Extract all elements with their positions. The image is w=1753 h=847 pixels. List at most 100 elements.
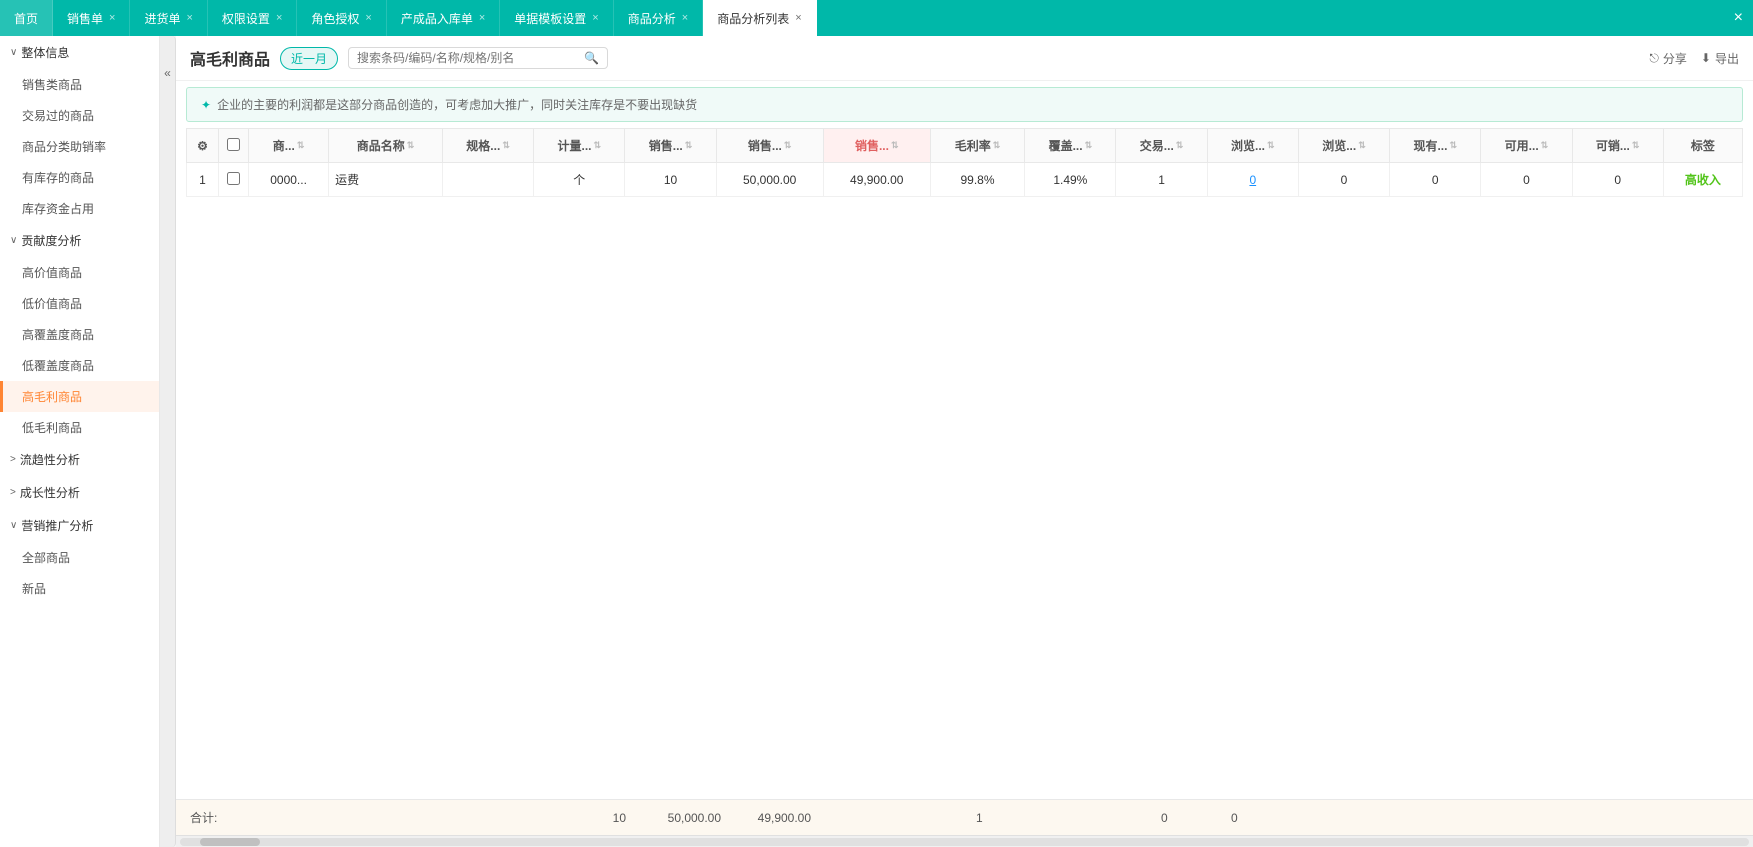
row-checkbox[interactable] — [227, 172, 240, 185]
sidebar-item-new-goods[interactable]: 新品 — [0, 573, 159, 604]
footer-cell — [889, 811, 949, 825]
sidebar-item-traded-goods[interactable]: 交易过的商品 — [0, 100, 159, 131]
nav-permission-settings[interactable]: 权限设置 × — [208, 0, 297, 36]
col-current-stock[interactable]: 现有...⇅ — [1390, 129, 1481, 163]
main-layout: ∨ 整体信息 销售类商品 交易过的商品 商品分类助销率 有库存的商品 库存资金占… — [0, 36, 1753, 847]
col-name[interactable]: 商品名称⇅ — [329, 129, 443, 163]
col-coverage[interactable]: 覆盖...⇅ — [1025, 129, 1116, 163]
cell-unit: 个 — [534, 163, 625, 197]
sidebar-section-marketing[interactable]: ∨ 营销推广分析 — [0, 509, 159, 542]
close-role-auth[interactable]: × — [365, 12, 371, 24]
footer-cell — [1069, 811, 1129, 825]
cell-gross-rate: 99.8% — [930, 163, 1024, 197]
arrow-overview: ∨ — [10, 47, 17, 58]
search-input[interactable] — [357, 51, 584, 65]
col-code[interactable]: 商...⇅ — [249, 129, 329, 163]
col-sales-qty[interactable]: 销售...⇅ — [625, 129, 716, 163]
col-sales-cost[interactable]: 销售...⇅ — [823, 129, 930, 163]
sidebar-toggle[interactable]: « — [160, 36, 176, 847]
scroll-thumb[interactable] — [200, 838, 260, 846]
cell-available: 0 — [1481, 163, 1572, 197]
footer-cell — [1339, 811, 1399, 825]
footer-cell — [1009, 811, 1069, 825]
search-box: 🔍 — [348, 47, 608, 69]
close-sales-order[interactable]: × — [109, 12, 115, 24]
sidebar-item-low-margin[interactable]: 低毛利商品 — [0, 412, 159, 443]
header-actions: ⎋ 分享 ⬇ 导出 — [1649, 50, 1739, 67]
col-available[interactable]: 可用...⇅ — [1481, 129, 1572, 163]
col-sellable[interactable]: 可销...⇅ — [1572, 129, 1663, 163]
tip-bar: ✦ 企业的主要的利润都是这部分商品创造的，可考虑加大推广，同时关注库存是不要出现… — [186, 87, 1743, 122]
footer-cell — [299, 811, 359, 825]
close-product-analysis-list[interactable]: × — [795, 12, 801, 24]
search-icon[interactable]: 🔍 — [584, 51, 599, 65]
cell-spec — [442, 163, 533, 197]
cell-tag: 高收入 — [1663, 163, 1742, 197]
export-icon: ⬇ — [1701, 51, 1711, 65]
sidebar-item-stock-capital[interactable]: 库存资金占用 — [0, 193, 159, 224]
collapse-icon: « — [164, 66, 171, 80]
cell-num: 1 — [187, 163, 219, 197]
nav-product-inbound[interactable]: 产成品入库单 × — [387, 0, 500, 36]
sidebar-item-stock-goods[interactable]: 有库存的商品 — [0, 162, 159, 193]
sidebar-item-low-value[interactable]: 低价值商品 — [0, 288, 159, 319]
data-table-container: ⚙ 商...⇅ 商品名称⇅ 规格...⇅ 计量...⇅ — [176, 128, 1753, 799]
cell-code: 0000... — [249, 163, 329, 197]
sidebar-section-growth[interactable]: > 成长性分析 — [0, 476, 159, 509]
col-browse1[interactable]: 浏览...⇅ — [1207, 129, 1298, 163]
col-settings[interactable]: ⚙ — [187, 129, 219, 163]
sidebar-item-high-coverage[interactable]: 高覆盖度商品 — [0, 319, 159, 350]
cell-browse2: 0 — [1298, 163, 1389, 197]
export-button[interactable]: ⬇ 导出 — [1701, 50, 1739, 67]
nav-purchase-order[interactable]: 进货单 × — [130, 0, 207, 36]
nav-role-auth[interactable]: 角色授权 × — [297, 0, 386, 36]
cell-browse1[interactable]: 0 — [1207, 163, 1298, 197]
footer-cell: 10 — [589, 811, 649, 825]
close-product-analysis[interactable]: × — [682, 12, 688, 24]
col-spec[interactable]: 规格...⇅ — [442, 129, 533, 163]
close-all-tabs[interactable]: × — [1734, 9, 1743, 27]
nav-template-settings[interactable]: 单据模板设置 × — [500, 0, 613, 36]
col-sales-amt[interactable]: 销售...⇅ — [716, 129, 823, 163]
cell-sellable: 0 — [1572, 163, 1663, 197]
table-body: 1 0000... 运费 个 10 50,000.00 49,900.00 99… — [187, 163, 1743, 197]
sidebar-item-high-margin[interactable]: 高毛利商品 — [0, 381, 159, 412]
sidebar-section-contribution[interactable]: ∨ 贡献度分析 — [0, 224, 159, 257]
close-purchase-order[interactable]: × — [186, 12, 192, 24]
close-permission-settings[interactable]: × — [276, 12, 282, 24]
nav-product-analysis[interactable]: 商品分析 × — [614, 0, 703, 36]
sidebar-item-all-goods[interactable]: 全部商品 — [0, 542, 159, 573]
nav-sales-order[interactable]: 销售单 × — [53, 0, 130, 36]
col-gross-rate[interactable]: 毛利率⇅ — [930, 129, 1024, 163]
close-product-inbound[interactable]: × — [479, 12, 485, 24]
col-transaction[interactable]: 交易...⇅ — [1116, 129, 1207, 163]
sidebar-section-trend[interactable]: > 流趋性分析 — [0, 443, 159, 476]
close-template-settings[interactable]: × — [592, 12, 598, 24]
nav-product-analysis-list[interactable]: 商品分析列表 × — [703, 0, 816, 36]
sidebar-item-high-value[interactable]: 高价值商品 — [0, 257, 159, 288]
select-all-checkbox[interactable] — [227, 138, 240, 151]
sidebar-item-category-sales-rate[interactable]: 商品分类助销率 — [0, 131, 159, 162]
arrow-contribution: ∨ — [10, 235, 17, 246]
scroll-track — [180, 838, 1749, 846]
footer-cell — [237, 811, 269, 825]
footer-cell — [539, 811, 589, 825]
footer-cell: 49,900.00 — [739, 811, 829, 825]
footer-cell: 50,000.00 — [649, 811, 739, 825]
bottom-scrollbar[interactable] — [176, 835, 1753, 847]
sidebar-section-overview[interactable]: ∨ 整体信息 — [0, 36, 159, 69]
table-header-row: ⚙ 商...⇅ 商品名称⇅ 规格...⇅ 计量...⇅ — [187, 129, 1743, 163]
share-icon: ⎋ — [1649, 51, 1659, 66]
content-header: 高毛利商品 近一月 🔍 ⎋ 分享 ⬇ 导出 — [176, 36, 1753, 81]
footer-cell: 0 — [1199, 811, 1269, 825]
col-browse2[interactable]: 浏览...⇅ — [1298, 129, 1389, 163]
nav-home[interactable]: 首页 — [0, 0, 53, 36]
col-unit[interactable]: 计量...⇅ — [534, 129, 625, 163]
period-button[interactable]: 近一月 — [280, 47, 338, 70]
cell-checkbox[interactable] — [219, 163, 249, 197]
table-row: 1 0000... 运费 个 10 50,000.00 49,900.00 99… — [187, 163, 1743, 197]
tip-icon: ✦ — [201, 98, 211, 112]
sidebar-item-low-coverage[interactable]: 低覆盖度商品 — [0, 350, 159, 381]
share-button[interactable]: ⎋ 分享 — [1649, 50, 1687, 67]
sidebar-item-sales-goods[interactable]: 销售类商品 — [0, 69, 159, 100]
